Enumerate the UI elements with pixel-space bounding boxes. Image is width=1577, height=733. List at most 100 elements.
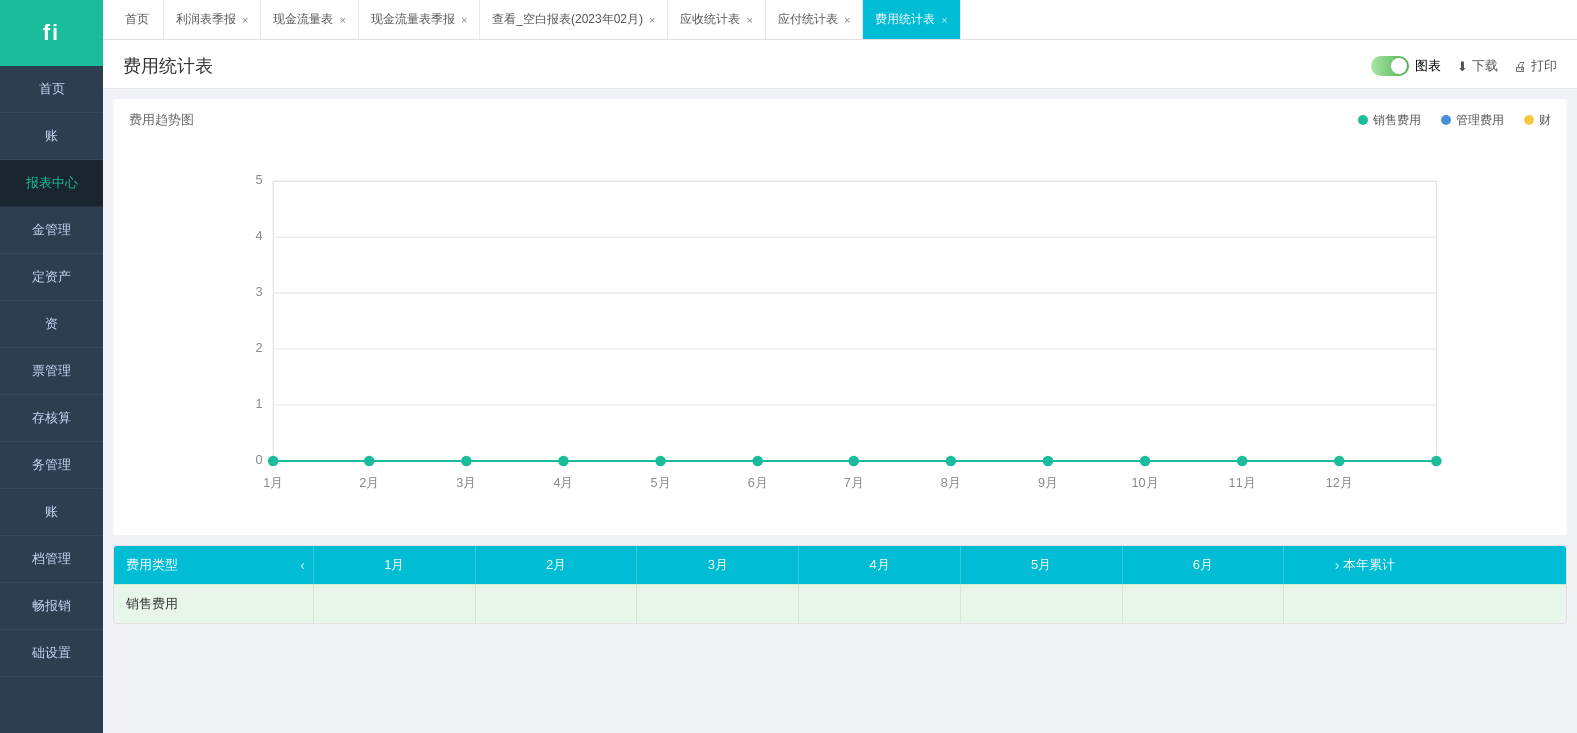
th-month-2: 2月 bbox=[476, 546, 638, 584]
legend-finance: 财 bbox=[1524, 112, 1551, 129]
close-tab-cashflow[interactable]: × bbox=[339, 14, 345, 26]
sidebar: fi 首页 账 报表中心 金管理 定资产 资 票管理 存核算 务管理 账 档管理… bbox=[0, 0, 103, 733]
svg-text:8月: 8月 bbox=[941, 476, 961, 490]
svg-point-13 bbox=[268, 456, 279, 467]
th-month-3: 3月 bbox=[637, 546, 799, 584]
svg-point-17 bbox=[655, 456, 666, 467]
svg-text:10月: 10月 bbox=[1132, 476, 1159, 490]
chart-section: 费用趋势图 销售费用 管理费用 财 bbox=[113, 99, 1567, 535]
svg-point-23 bbox=[1237, 456, 1248, 467]
legend-dot-management bbox=[1441, 115, 1451, 125]
sidebar-item-services[interactable]: 务管理 bbox=[0, 442, 103, 489]
td-sales-m6 bbox=[1123, 585, 1285, 623]
chart-legend: 销售费用 管理费用 财 bbox=[1358, 112, 1551, 129]
content-area: 费用统计表 图表 ⬇ 下载 🖨 打印 费用趋势图 bbox=[103, 40, 1577, 733]
sidebar-item-inventory[interactable]: 存核算 bbox=[0, 395, 103, 442]
svg-text:5月: 5月 bbox=[651, 476, 671, 490]
th-month-4: 4月 bbox=[799, 546, 961, 584]
th-expense-type: 费用类型 ‹ bbox=[114, 546, 314, 584]
close-tab-receivables[interactable]: × bbox=[746, 14, 752, 26]
close-tab-cashflow-quarterly[interactable]: × bbox=[461, 14, 467, 26]
sidebar-item-reports[interactable]: 报表中心 bbox=[0, 160, 103, 207]
print-icon: 🖨 bbox=[1514, 59, 1527, 74]
sidebar-item-settings[interactable]: 础设置 bbox=[0, 630, 103, 677]
close-tab-blank-report[interactable]: × bbox=[649, 14, 655, 26]
svg-point-25 bbox=[1431, 456, 1442, 467]
sidebar-logo: fi bbox=[0, 0, 103, 66]
sidebar-item-archive[interactable]: 档管理 bbox=[0, 536, 103, 583]
svg-point-16 bbox=[558, 456, 569, 467]
td-sales-label: 销售费用 bbox=[114, 585, 314, 623]
svg-point-21 bbox=[1043, 456, 1054, 467]
page-title: 费用统计表 bbox=[123, 54, 213, 78]
svg-point-19 bbox=[848, 456, 859, 467]
main-area: 首页 利润表季报 × 现金流量表 × 现金流量表季报 × 查看_空白报表(202… bbox=[103, 0, 1577, 733]
svg-point-14 bbox=[364, 456, 375, 467]
sidebar-item-account[interactable]: 账 bbox=[0, 113, 103, 160]
svg-text:0: 0 bbox=[256, 453, 263, 467]
td-sales-m5 bbox=[961, 585, 1123, 623]
svg-text:3月: 3月 bbox=[456, 476, 476, 490]
sidebar-item-home[interactable]: 首页 bbox=[0, 66, 103, 113]
chart-container: 0 1 2 3 4 5 bbox=[129, 139, 1551, 519]
download-icon: ⬇ bbox=[1457, 59, 1468, 74]
chart-svg: 0 1 2 3 4 5 bbox=[129, 139, 1551, 519]
print-button[interactable]: 🖨 打印 bbox=[1514, 57, 1557, 75]
svg-text:2: 2 bbox=[256, 341, 263, 355]
chart-toggle[interactable] bbox=[1371, 56, 1409, 76]
tab-payables[interactable]: 应付统计表 × bbox=[766, 0, 863, 40]
svg-text:1月: 1月 bbox=[263, 476, 283, 490]
sidebar-item-assets[interactable]: 定资产 bbox=[0, 254, 103, 301]
tab-blank-report[interactable]: 查看_空白报表(2023年02月) × bbox=[480, 0, 668, 40]
close-tab-payables[interactable]: × bbox=[844, 14, 850, 26]
td-sales-m2 bbox=[476, 585, 638, 623]
svg-text:3: 3 bbox=[256, 285, 263, 299]
sidebar-item-invoices[interactable]: 票管理 bbox=[0, 348, 103, 395]
close-tab-profit-quarterly[interactable]: × bbox=[242, 14, 248, 26]
svg-text:11月: 11月 bbox=[1229, 476, 1256, 490]
svg-text:12月: 12月 bbox=[1326, 476, 1353, 490]
svg-rect-12 bbox=[273, 181, 1436, 461]
svg-text:7月: 7月 bbox=[844, 476, 864, 490]
close-tab-expenses[interactable]: × bbox=[941, 14, 947, 26]
tab-cashflow-quarterly[interactable]: 现金流量表季报 × bbox=[359, 0, 480, 40]
td-sales-ytd bbox=[1284, 585, 1446, 623]
chart-title: 费用趋势图 bbox=[129, 111, 194, 129]
td-sales-m4 bbox=[799, 585, 961, 623]
table-nav-prev[interactable]: ‹ bbox=[300, 557, 305, 573]
sidebar-item-ledger[interactable]: 账 bbox=[0, 489, 103, 536]
table-row-sales: 销售费用 bbox=[114, 584, 1566, 623]
tab-home[interactable]: 首页 bbox=[111, 0, 164, 40]
svg-point-20 bbox=[946, 456, 957, 467]
tab-expenses[interactable]: 费用统计表 × bbox=[863, 0, 960, 40]
chart-toggle-group: 图表 bbox=[1371, 56, 1441, 76]
table-nav-next[interactable]: › bbox=[1335, 557, 1340, 573]
th-month-6: 6月 bbox=[1123, 546, 1285, 584]
svg-text:6月: 6月 bbox=[748, 476, 768, 490]
tab-bar: 首页 利润表季报 × 现金流量表 × 现金流量表季报 × 查看_空白报表(202… bbox=[103, 0, 1577, 40]
svg-point-18 bbox=[752, 456, 763, 467]
tab-cashflow[interactable]: 现金流量表 × bbox=[261, 0, 358, 40]
svg-text:4月: 4月 bbox=[553, 476, 573, 490]
th-month-1: 1月 bbox=[314, 546, 476, 584]
legend-dot-finance bbox=[1524, 115, 1534, 125]
th-month-5: 5月 bbox=[961, 546, 1123, 584]
tab-profit-quarterly[interactable]: 利润表季报 × bbox=[164, 0, 261, 40]
sidebar-item-reimbursement[interactable]: 畅报销 bbox=[0, 583, 103, 630]
svg-text:4: 4 bbox=[256, 229, 263, 243]
th-nav-next: › 本年累计 bbox=[1284, 546, 1446, 584]
td-sales-m1 bbox=[314, 585, 476, 623]
svg-point-24 bbox=[1334, 456, 1345, 467]
header-actions: 图表 ⬇ 下载 🖨 打印 bbox=[1371, 56, 1557, 76]
download-button[interactable]: ⬇ 下载 bbox=[1457, 57, 1498, 75]
svg-point-15 bbox=[461, 456, 472, 467]
sidebar-item-finance[interactable]: 金管理 bbox=[0, 207, 103, 254]
legend-sales: 销售费用 bbox=[1358, 112, 1421, 129]
sidebar-item-capital[interactable]: 资 bbox=[0, 301, 103, 348]
chart-toggle-label: 图表 bbox=[1415, 57, 1441, 75]
legend-label-sales: 销售费用 bbox=[1373, 112, 1421, 129]
expense-table: 费用类型 ‹ 1月 2月 3月 4月 5月 bbox=[113, 545, 1567, 624]
chart-header: 费用趋势图 销售费用 管理费用 财 bbox=[129, 111, 1551, 129]
svg-text:9月: 9月 bbox=[1038, 476, 1058, 490]
tab-receivables[interactable]: 应收统计表 × bbox=[668, 0, 765, 40]
